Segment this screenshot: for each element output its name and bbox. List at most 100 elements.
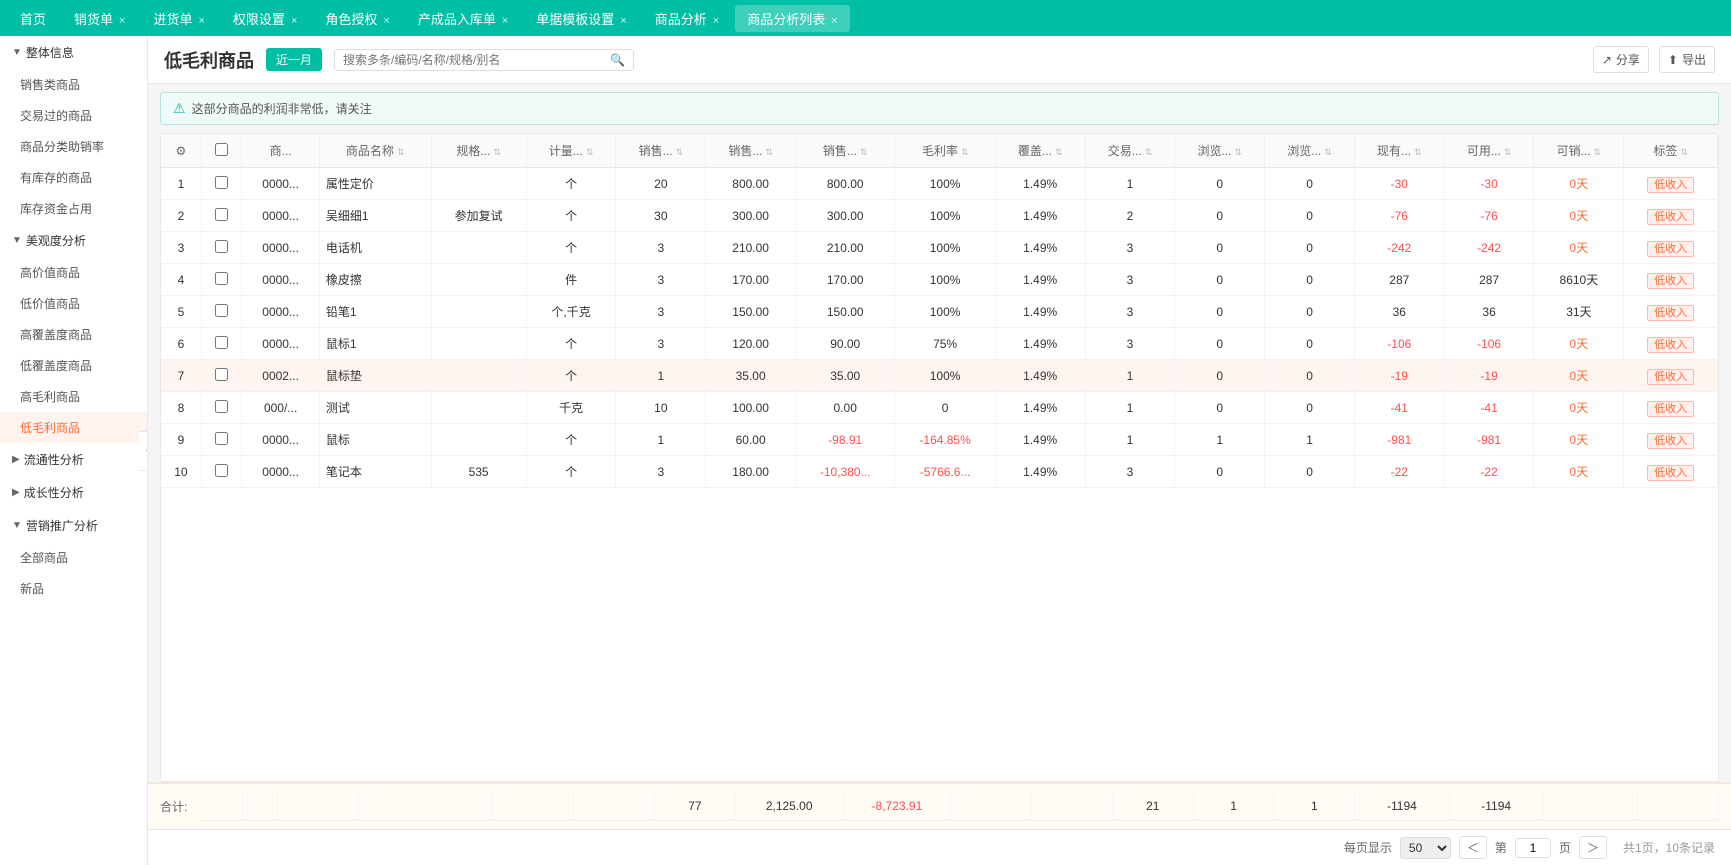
nav-item-进货单[interactable]: 进货单× (141, 5, 216, 32)
browse1-link[interactable]: 0 (1216, 337, 1223, 351)
sidebar-section-header-1[interactable]: ▼美观度分析 (0, 224, 147, 257)
browse1-link[interactable]: 0 (1216, 305, 1223, 319)
search-icon[interactable]: 🔍 (610, 53, 625, 67)
table-cell: -981 (1444, 424, 1534, 456)
sidebar-section-header-4[interactable]: ▼营销推广分析 (0, 509, 147, 542)
col-header-sale_qty[interactable]: 销售...⇅ (616, 134, 706, 168)
share-button[interactable]: ↗ 分享 (1593, 46, 1649, 73)
nav-item-单据模板设置[interactable]: 单据模板设置× (524, 5, 638, 32)
settings-icon[interactable]: ⚙ (176, 144, 187, 158)
table-cell: 0.00 (796, 392, 895, 424)
nav-close-icon[interactable]: × (383, 15, 389, 27)
col-header-name[interactable]: 商品名称⇅ (319, 134, 431, 168)
page-number-input[interactable] (1515, 838, 1551, 858)
row-checkbox[interactable] (215, 336, 228, 349)
browse1-link[interactable]: 0 (1216, 465, 1223, 479)
table-cell: 个 (526, 424, 616, 456)
row-checkbox[interactable] (215, 304, 228, 317)
col-header-coverage[interactable]: 覆盖...⇅ (995, 134, 1085, 168)
sidebar-section-header-3[interactable]: ▶成长性分析 (0, 476, 147, 509)
sidebar-section-header-0[interactable]: ▼整体信息 (0, 36, 147, 69)
nav-close-icon[interactable]: × (291, 15, 297, 27)
col-header-tag[interactable]: 标签⇅ (1624, 134, 1718, 168)
total-info: 共1页，10条记录 (1623, 839, 1715, 856)
nav-item-首页[interactable]: 首页 (8, 5, 58, 32)
col-header-browse2[interactable]: 浏览...⇅ (1265, 134, 1355, 168)
sidebar-item-交易过的商品[interactable]: 交易过的商品 (0, 100, 147, 131)
col-header-sale_amount[interactable]: 销售...⇅ (796, 134, 895, 168)
nav-close-icon[interactable]: × (502, 15, 508, 27)
col-header-saleable_days[interactable]: 可销...⇅ (1534, 134, 1624, 168)
export-button[interactable]: ⬆ 导出 (1659, 46, 1715, 73)
table-cell (201, 424, 242, 456)
tag-badge: 低收入 (1647, 401, 1694, 417)
table-cell: 0 (1175, 328, 1265, 360)
sort-icon: ⇅ (676, 147, 684, 157)
per-page-select[interactable]: 50 20 100 (1400, 837, 1451, 859)
nav-item-产成品入库单[interactable]: 产成品入库单× (406, 5, 520, 32)
sidebar-item-库存资金占用[interactable]: 库存资金占用 (0, 193, 147, 224)
browse1-link[interactable]: 0 (1216, 241, 1223, 255)
sidebar-item-销售类商品[interactable]: 销售类商品 (0, 69, 147, 100)
row-checkbox[interactable] (215, 464, 228, 477)
browse1-link[interactable]: 0 (1216, 273, 1223, 287)
sidebar-item-低覆盖度商品[interactable]: 低覆盖度商品 (0, 350, 147, 381)
row-checkbox[interactable] (215, 176, 228, 189)
col-header-unit[interactable]: 计量...⇅ (526, 134, 616, 168)
row-checkbox[interactable] (215, 400, 228, 413)
nav-item-角色授权[interactable]: 角色授权× (313, 5, 401, 32)
table-cell (201, 232, 242, 264)
sidebar-item-有库存的商品[interactable]: 有库存的商品 (0, 162, 147, 193)
sidebar-item-低毛利商品[interactable]: 低毛利商品 (0, 412, 147, 443)
nav-item-商品分析列表[interactable]: 商品分析列表× (735, 5, 849, 32)
next-page-button[interactable]: ＞ (1579, 836, 1607, 859)
browse1-link[interactable]: 0 (1216, 177, 1223, 191)
browse1-link[interactable]: 0 (1216, 401, 1223, 415)
sidebar-item-新品[interactable]: 新品 (0, 573, 147, 604)
row-checkbox[interactable] (215, 240, 228, 253)
col-header-current_stock[interactable]: 现有...⇅ (1354, 134, 1444, 168)
sidebar-item-全部商品[interactable]: 全部商品 (0, 542, 147, 573)
nav-close-icon[interactable]: × (831, 15, 837, 27)
col-header-sale_price[interactable]: 销售...⇅ (706, 134, 796, 168)
nav-close-icon[interactable]: × (198, 15, 204, 27)
sidebar-item-高毛利商品[interactable]: 高毛利商品 (0, 381, 147, 412)
search-input[interactable] (343, 53, 604, 67)
table-cell: 1 (161, 168, 201, 200)
date-filter-button[interactable]: 近一月 (266, 48, 322, 71)
col-header-code[interactable]: 商... (242, 134, 320, 168)
table-cell: -19 (1444, 360, 1534, 392)
row-checkbox[interactable] (215, 272, 228, 285)
sidebar-item-低价值商品[interactable]: 低价值商品 (0, 288, 147, 319)
sidebar-collapse-btn[interactable]: « (139, 431, 148, 471)
nav-item-商品分析[interactable]: 商品分析× (643, 5, 731, 32)
col-header-trade[interactable]: 交易...⇅ (1085, 134, 1175, 168)
footer-current-stock: -1194 (1355, 792, 1449, 821)
browse1-link[interactable]: 0 (1216, 209, 1223, 223)
select-all-checkbox[interactable] (215, 143, 228, 156)
footer-browse1: 1 (1193, 792, 1274, 821)
browse1-link[interactable]: 0 (1216, 369, 1223, 383)
nav-item-权限设置[interactable]: 权限设置× (221, 5, 309, 32)
col-header-browse1[interactable]: 浏览...⇅ (1175, 134, 1265, 168)
nav-close-icon[interactable]: × (620, 15, 626, 27)
table-cell: 低收入 (1624, 328, 1718, 360)
row-checkbox[interactable] (215, 208, 228, 221)
sidebar-item-高覆盖度商品[interactable]: 高覆盖度商品 (0, 319, 147, 350)
nav-close-icon[interactable]: × (713, 15, 719, 27)
sidebar-section-header-2[interactable]: ▶流通性分析 (0, 443, 147, 476)
table-cell: 0000... (242, 232, 320, 264)
col-header-spec[interactable]: 规格...⇅ (431, 134, 526, 168)
sidebar-item-高价值商品[interactable]: 高价值商品 (0, 257, 147, 288)
col-header-gross_margin[interactable]: 毛利率⇅ (895, 134, 995, 168)
table-cell: 6 (161, 328, 201, 360)
col-header-available[interactable]: 可用...⇅ (1444, 134, 1534, 168)
prev-page-button[interactable]: ＜ (1459, 836, 1487, 859)
row-checkbox[interactable] (215, 368, 228, 381)
row-checkbox[interactable] (215, 432, 228, 445)
browse1-link[interactable]: 1 (1216, 433, 1223, 447)
sidebar-item-商品分类助销率[interactable]: 商品分类助销率 (0, 131, 147, 162)
nav-item-销货单[interactable]: 销货单× (62, 5, 137, 32)
table-row: 30000...电话机个3210.00210.00100%1.49%300-24… (161, 232, 1718, 264)
nav-close-icon[interactable]: × (119, 15, 125, 27)
